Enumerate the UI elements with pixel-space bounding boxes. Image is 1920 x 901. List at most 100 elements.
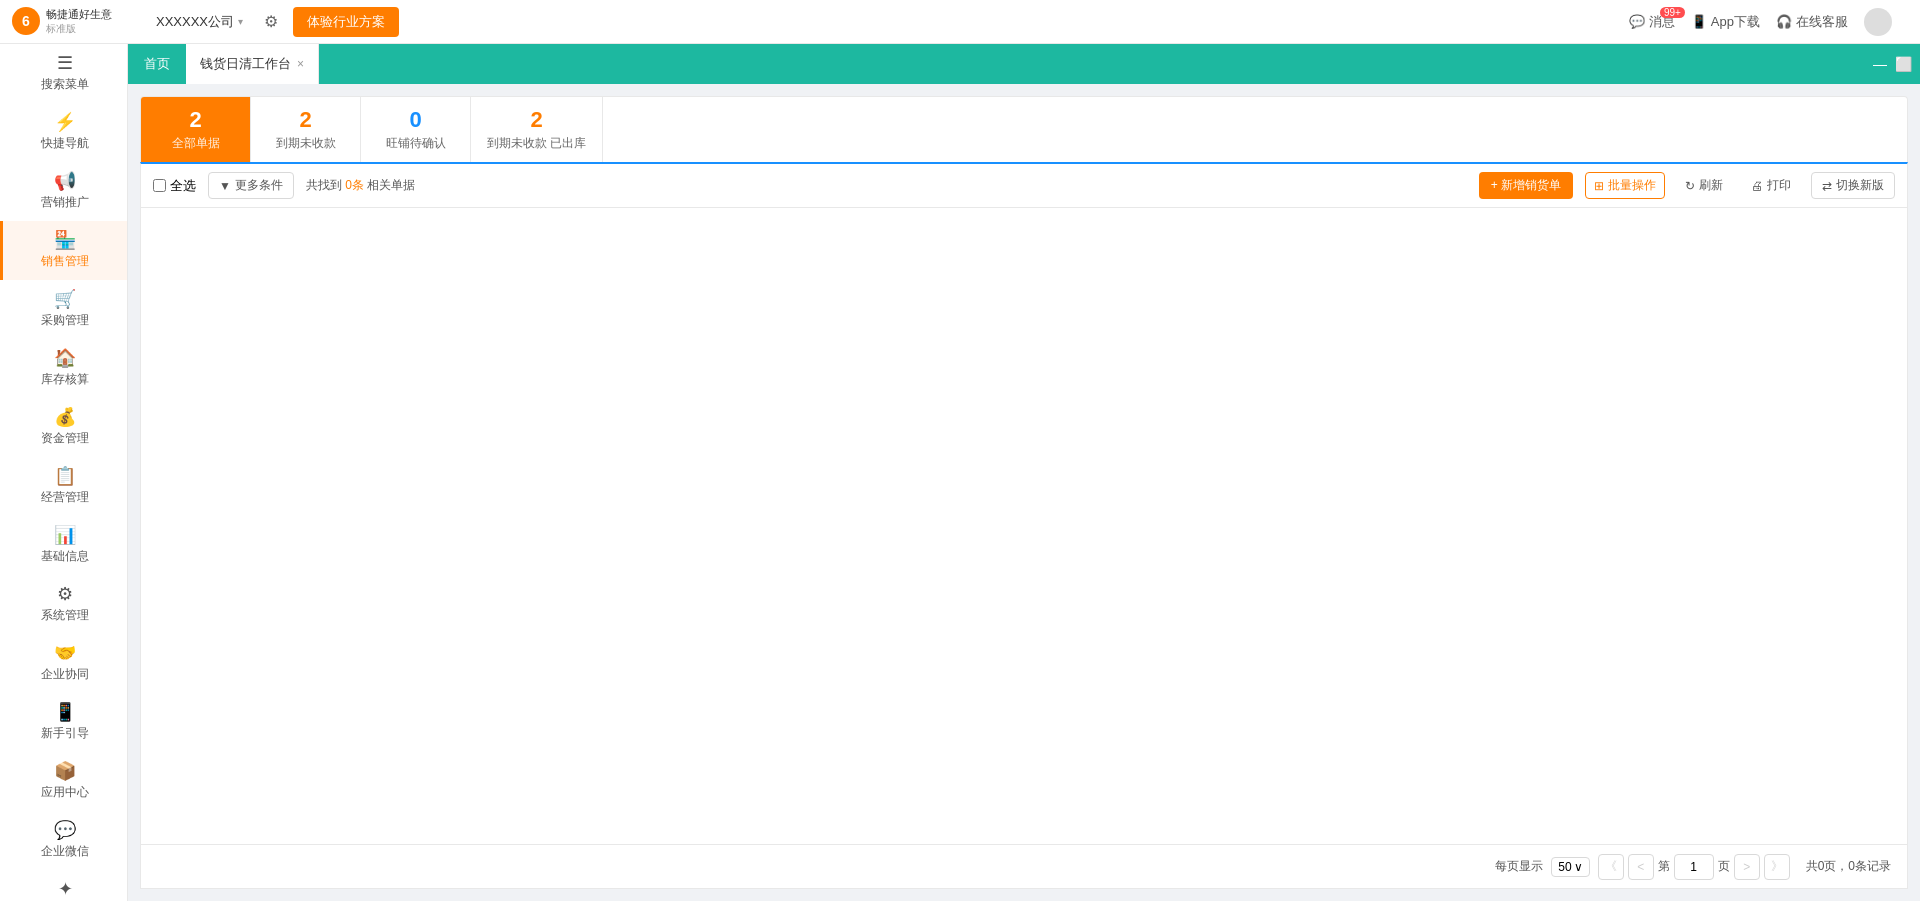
- active-tab-label: 钱货日清工作台: [200, 55, 291, 73]
- maximize-icon[interactable]: ⬜: [1895, 56, 1912, 72]
- sidebar-item-guide[interactable]: 📱 新手引导: [0, 693, 127, 752]
- inventory-icon: 🏠: [54, 349, 76, 367]
- select-all-checkbox[interactable]: 全选: [153, 177, 196, 195]
- home-tab[interactable]: 首页: [128, 44, 186, 84]
- finance-icon: 💰: [54, 408, 76, 426]
- prev-page-btn[interactable]: <: [1628, 854, 1654, 880]
- stats-tabs: 2 全部单据 2 到期未收款 0 旺铺待确认 2 到期未收款 已出库: [140, 96, 1908, 162]
- batch-operation-btn[interactable]: ⊞ 批量操作: [1585, 172, 1665, 199]
- top-header: 6 畅捷通好生意 标准版 XXXXXX公司 ▾ ⚙ 体验行业方案 💬 消息 99…: [0, 0, 1920, 44]
- sidebar-item-search-menu[interactable]: ☰ 搜索菜单: [0, 44, 127, 103]
- message-icon: 💬: [1629, 14, 1645, 29]
- refresh-label: 刷新: [1699, 177, 1723, 194]
- stat-label-wangpu: 旺铺待确认: [386, 135, 446, 152]
- inner-content: 2 全部单据 2 到期未收款 0 旺铺待确认 2 到期未收款 已出库: [128, 84, 1920, 901]
- company-selector[interactable]: XXXXXX公司 ▾: [148, 9, 251, 35]
- page-jump-label: 第: [1658, 858, 1670, 875]
- sidebar-item-cooperation[interactable]: 🤝 企业协同: [0, 634, 127, 693]
- company-chevron-icon: ▾: [238, 16, 243, 27]
- toolbar-right: + 新增销货单 ⊞ 批量操作 ↻ 刷新 🖨 打印 ⇄: [1479, 172, 1895, 199]
- stat-number-overdue-out: 2: [531, 107, 543, 133]
- content-area: 首页 钱货日清工作台 × — ⬜ 2 全部单据 2 到期未收款: [128, 44, 1920, 901]
- logo-line1: 畅捷通好生意: [46, 7, 112, 21]
- sidebar-label-sales: 销售管理: [41, 253, 89, 270]
- experience-btn[interactable]: 体验行业方案: [293, 7, 399, 37]
- tab-close-icon[interactable]: ×: [297, 57, 304, 71]
- member-icon: ✦: [58, 880, 73, 898]
- select-all-input[interactable]: [153, 179, 166, 192]
- page-navigation: 《 < 第 页 > 》: [1598, 854, 1790, 880]
- new-sales-order-btn[interactable]: + 新增销货单: [1479, 172, 1573, 199]
- wechat-icon: 💬: [54, 821, 76, 839]
- sidebar-label-search-menu: 搜索菜单: [41, 76, 89, 93]
- sidebar-item-operations[interactable]: 📋 经营管理: [0, 457, 127, 516]
- main-container: ☰ 搜索菜单 ⚡ 快捷导航 📢 营销推广 🏪 销售管理 🛒 采购管理 🏠 库存核…: [0, 44, 1920, 901]
- page-input[interactable]: [1674, 854, 1714, 880]
- sidebar-label-system: 系统管理: [41, 607, 89, 624]
- page-size-value: 50: [1558, 860, 1571, 874]
- stat-tab-wangpu[interactable]: 0 旺铺待确认: [361, 97, 471, 162]
- online-service-action[interactable]: 🎧 在线客服: [1776, 13, 1848, 31]
- pagination: 每页显示 50 ∨ 《 < 第 页 > 》 共0页，0条记录: [140, 845, 1908, 889]
- stat-tab-overdue[interactable]: 2 到期未收款: [251, 97, 361, 162]
- sidebar-label-quick-nav: 快捷导航: [41, 135, 89, 152]
- toolbar: 全选 ▼ 更多条件 共找到 0条 相关单据 + 新增销货单 ⊞ 批量操作: [140, 162, 1908, 208]
- header-right: 💬 消息 99+ 📱 App下载 🎧 在线客服: [1629, 8, 1908, 36]
- sidebar-item-finance[interactable]: 💰 资金管理: [0, 398, 127, 457]
- first-page-btn[interactable]: 《: [1598, 854, 1624, 880]
- system-icon: ⚙: [57, 585, 73, 603]
- purchase-icon: 🛒: [54, 290, 76, 308]
- sidebar-item-inventory[interactable]: 🏠 库存核算: [0, 339, 127, 398]
- message-badge: 99+: [1660, 7, 1685, 18]
- logo-text-area: 畅捷通好生意 标准版: [46, 7, 112, 35]
- sidebar-item-app-center[interactable]: 📦 应用中心: [0, 752, 127, 811]
- active-tab-item[interactable]: 钱货日清工作台 ×: [186, 44, 319, 84]
- stat-tab-overdue-out[interactable]: 2 到期未收款 已出库: [471, 97, 603, 162]
- sidebar-item-marketing[interactable]: 📢 营销推广: [0, 162, 127, 221]
- stat-number-all: 2: [189, 107, 201, 133]
- refresh-btn[interactable]: ↻ 刷新: [1677, 173, 1731, 198]
- user-avatar[interactable]: [1864, 8, 1892, 36]
- sidebar-label-wechat: 企业微信: [41, 843, 89, 860]
- tab-bar: 首页 钱货日清工作台 × — ⬜: [128, 44, 1920, 84]
- filter-icon: ▼: [219, 179, 231, 193]
- settings-icon-btn[interactable]: ⚙: [257, 8, 285, 36]
- app-download-action[interactable]: 📱 App下载: [1691, 13, 1760, 31]
- filter-label: 更多条件: [235, 177, 283, 194]
- next-page-btn[interactable]: >: [1734, 854, 1760, 880]
- page-size-select[interactable]: 50 ∨: [1551, 857, 1589, 877]
- stat-label-all: 全部单据: [172, 135, 220, 152]
- result-text: 共找到 0条 相关单据: [306, 177, 415, 194]
- search-menu-icon: ☰: [57, 54, 73, 72]
- print-btn[interactable]: 🖨 打印: [1743, 173, 1799, 198]
- sidebar-item-quick-nav[interactable]: ⚡ 快捷导航: [0, 103, 127, 162]
- sidebar-item-system[interactable]: ⚙ 系统管理: [0, 575, 127, 634]
- sidebar-label-finance: 资金管理: [41, 430, 89, 447]
- sidebar-label-marketing: 营销推广: [41, 194, 89, 211]
- online-service-label: 在线客服: [1796, 13, 1848, 31]
- batch-icon: ⊞: [1594, 179, 1604, 193]
- page-size-chevron: ∨: [1574, 860, 1583, 874]
- minimize-icon[interactable]: —: [1873, 56, 1887, 72]
- message-action[interactable]: 💬 消息 99+: [1629, 13, 1675, 31]
- logo-line2: 标准版: [46, 22, 112, 36]
- app-logo-icon: 6: [12, 7, 40, 35]
- last-page-btn[interactable]: 》: [1764, 854, 1790, 880]
- page-suffix-label: 页: [1718, 858, 1730, 875]
- sidebar-item-basic-info[interactable]: 📊 基础信息: [0, 516, 127, 575]
- sidebar-label-app-center: 应用中心: [41, 784, 89, 801]
- switch-icon: ⇄: [1822, 179, 1832, 193]
- page-size-label: 每页显示: [1495, 858, 1543, 875]
- app-download-label: App下载: [1711, 13, 1760, 31]
- app-center-icon: 📦: [54, 762, 76, 780]
- sidebar-item-purchase[interactable]: 🛒 采购管理: [0, 280, 127, 339]
- filter-btn[interactable]: ▼ 更多条件: [208, 172, 294, 199]
- sidebar-item-wechat[interactable]: 💬 企业微信: [0, 811, 127, 870]
- guide-icon: 📱: [54, 703, 76, 721]
- stat-tab-all[interactable]: 2 全部单据: [141, 97, 251, 162]
- marketing-icon: 📢: [54, 172, 76, 190]
- switch-version-btn[interactable]: ⇄ 切换新版: [1811, 172, 1895, 199]
- print-icon: 🖨: [1751, 179, 1763, 193]
- sidebar-item-sales[interactable]: 🏪 销售管理: [0, 221, 127, 280]
- sidebar-item-member[interactable]: ✦ 畅会员: [0, 870, 127, 901]
